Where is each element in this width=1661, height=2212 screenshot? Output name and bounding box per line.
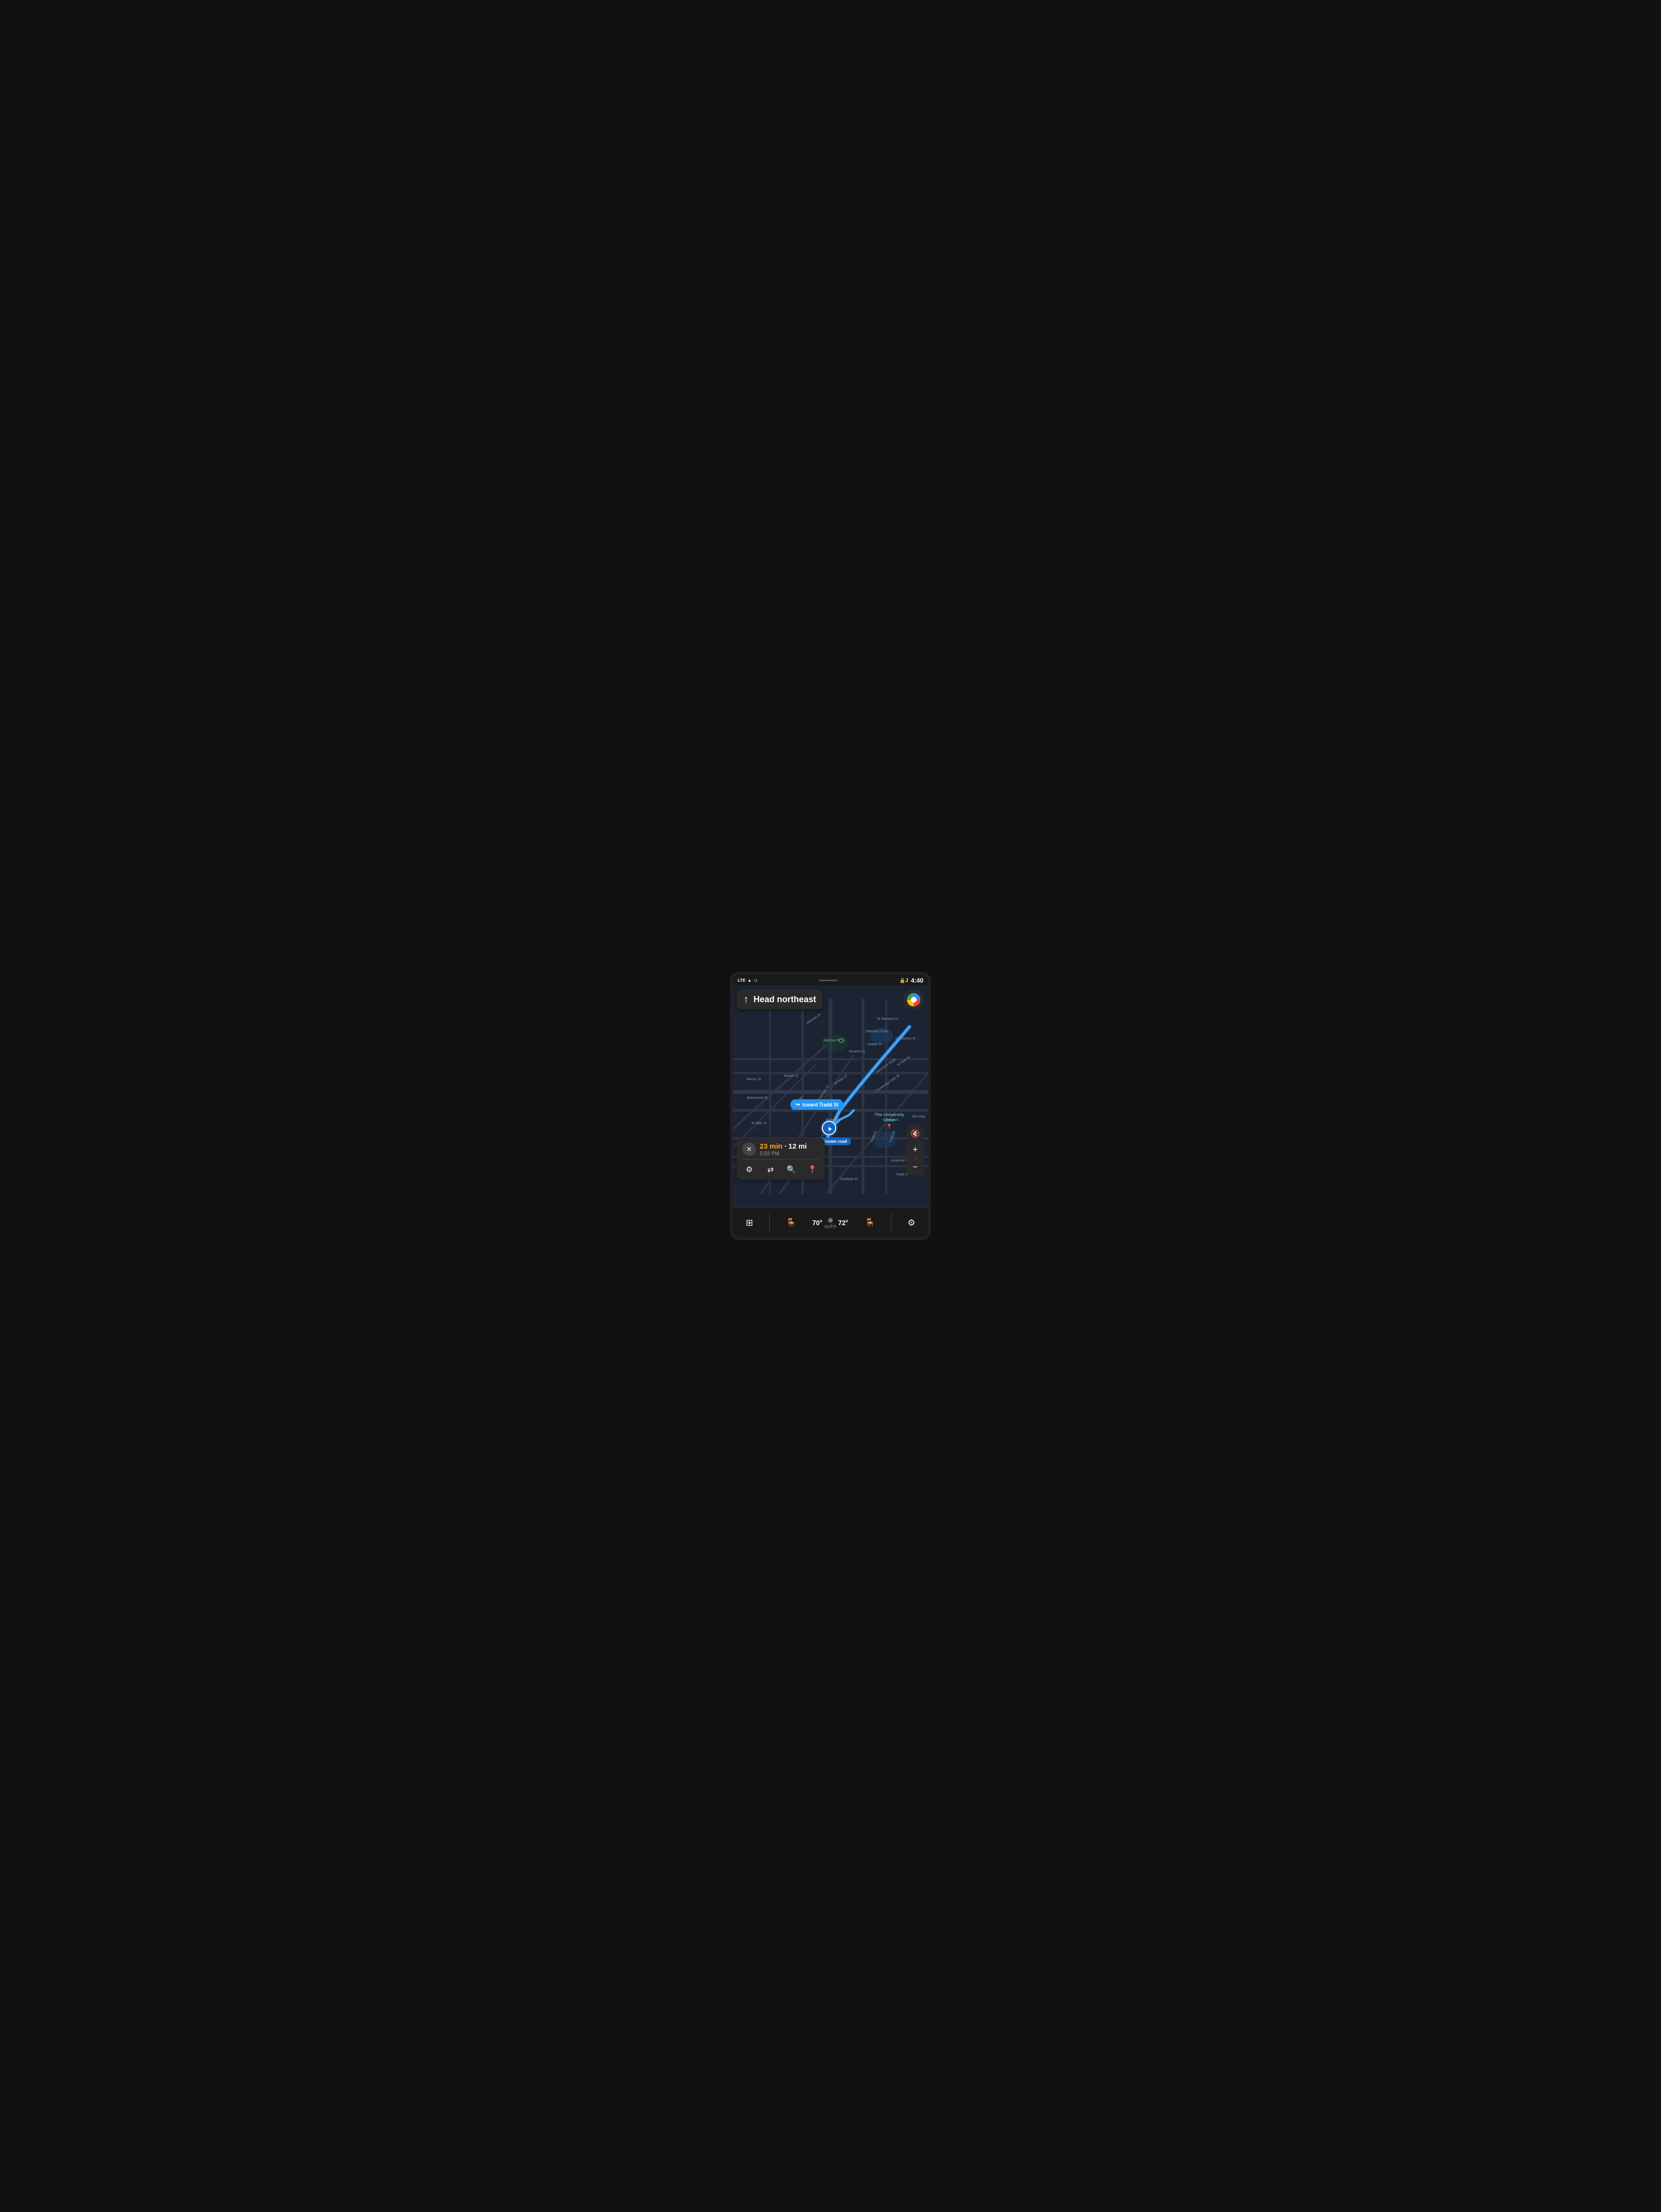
svg-text:W Sherborn Dr: W Sherborn Dr	[877, 1017, 899, 1020]
mic-center	[911, 997, 917, 1003]
turn-label: toward Tradd St	[802, 1102, 839, 1107]
zoom-minus-icon: −	[913, 1162, 918, 1172]
zoom-in-button[interactable]: +	[906, 1141, 924, 1158]
fan-icon: ❋	[828, 1217, 833, 1224]
svg-text:Jefferson Circle: Jefferson Circle	[865, 1029, 888, 1033]
svg-text:W Main St: W Main St	[752, 1121, 766, 1125]
seat-left-button[interactable]: 🪑	[786, 1217, 796, 1228]
system-bar: ⊞ 🪑 70° ❋ AUTO 72° 🪑 ⚙	[733, 1207, 928, 1237]
mic-icon	[907, 993, 920, 1006]
nav-arrow-icon: ◁	[753, 978, 757, 983]
routes-icon: ⇄	[767, 1165, 774, 1174]
settings-icon: ⚙	[746, 1165, 753, 1174]
svg-text:Birkenhead St: Birkenhead St	[747, 1096, 767, 1099]
climate-control: 70° ❋ AUTO 72°	[812, 1217, 848, 1229]
svg-point-51	[840, 1040, 842, 1042]
temp-right: 72°	[838, 1219, 848, 1227]
poi-name: The University Green	[875, 1112, 904, 1122]
device-frame: LTE ▲ ◁ 🔒J 4:40	[730, 972, 931, 1240]
cancel-icon: ✕	[746, 1145, 752, 1153]
fan-mode: AUTO	[824, 1224, 836, 1229]
map-area[interactable]: Alhanian Dr W Sherborn Dr Jefferson Circ…	[733, 985, 928, 1207]
system-settings-icon: ⚙	[908, 1217, 915, 1228]
seat-right-icon: 🪑	[864, 1217, 875, 1228]
status-bar: LTE ▲ ◁ 🔒J 4:40	[733, 975, 928, 985]
search-icon: 🔍	[786, 1165, 796, 1174]
eta-minutes: 23 min	[760, 1142, 783, 1150]
svg-text:Mercer St: Mercer St	[784, 1074, 798, 1077]
eta-arrival-time: 5:03 PM	[760, 1150, 807, 1156]
nav-direction-icon: ↑	[743, 993, 749, 1006]
nav-instruction-text: Head northeast	[753, 995, 816, 1005]
svg-text:Halifax St: Halifax St	[868, 1042, 882, 1046]
seat-right-button[interactable]: 🪑	[864, 1217, 875, 1228]
zoom-controls: + −	[906, 1141, 924, 1175]
location-arrow-icon: ▲	[825, 1123, 834, 1132]
eta-top-row: ✕ 23 min · 12 mi 5:03 PM	[742, 1142, 819, 1156]
current-location: ▲	[820, 1119, 838, 1137]
location-marker: ▲	[823, 1122, 835, 1134]
eta-distance: · 12 mi	[785, 1142, 807, 1150]
svg-text:Chartwell St: Chartwell St	[840, 1177, 857, 1181]
settings-button[interactable]: ⚙	[742, 1162, 756, 1176]
search-along-route-button[interactable]: 🔍	[785, 1162, 798, 1176]
eta-info: 23 min · 12 mi 5:03 PM	[760, 1142, 807, 1156]
destination-button[interactable]: 📍	[806, 1162, 819, 1176]
location-pulse: ▲	[820, 1119, 838, 1137]
mute-button[interactable]: 🔇	[906, 1124, 924, 1142]
nav-banner: ↑ Head northeast	[737, 989, 823, 1009]
eta-card: ✕ 23 min · 12 mi 5:03 PM ⚙ ⇄	[737, 1138, 825, 1180]
sound-off-icon: 🔇	[910, 1129, 920, 1138]
clock: 4:40	[911, 977, 923, 984]
eta-time-row: 23 min · 12 mi	[760, 1142, 807, 1150]
poi-marker-icon: 📍	[886, 1124, 893, 1130]
divider-1	[769, 1213, 770, 1232]
pin-icon: 📍	[808, 1165, 817, 1174]
signal-arrow-icon: ▲	[747, 978, 752, 983]
lte-indicator: LTE	[738, 978, 745, 983]
zoom-out-button[interactable]: −	[906, 1159, 924, 1175]
cancel-navigation-button[interactable]: ✕	[742, 1142, 756, 1156]
user-indicator: 🔒J	[899, 978, 908, 983]
seat-left-icon: 🪑	[786, 1217, 796, 1228]
svg-text:Dumbarton St: Dumbarton St	[896, 1037, 916, 1040]
home-button[interactable]: ⊞	[746, 1217, 753, 1228]
poi-university-green: The University Green 📍	[875, 1112, 904, 1130]
temp-left: 70°	[812, 1219, 822, 1227]
zoom-plus-icon: +	[913, 1145, 918, 1155]
system-settings-button[interactable]: ⚙	[908, 1217, 915, 1228]
svg-point-3	[821, 1035, 849, 1051]
svg-text:Mercer St: Mercer St	[747, 1077, 761, 1081]
turn-arrow-icon: ↪	[795, 1101, 800, 1108]
home-grid-icon: ⊞	[746, 1217, 753, 1228]
nav-toolbar: ⚙ ⇄ 🔍 📍	[742, 1159, 819, 1176]
turn-bubble: ↪ toward Tradd St	[790, 1099, 843, 1110]
routes-button[interactable]: ⇄	[764, 1162, 777, 1176]
google-assistant-button[interactable]	[903, 989, 924, 1010]
status-right: 🔒J 4:40	[899, 977, 923, 984]
status-left: LTE ▲ ◁	[738, 978, 757, 983]
svg-text:Ives Way: Ives Way	[912, 1115, 925, 1118]
svg-text:Berwick Ln: Berwick Ln	[849, 1050, 865, 1053]
status-center-bar	[819, 980, 838, 981]
